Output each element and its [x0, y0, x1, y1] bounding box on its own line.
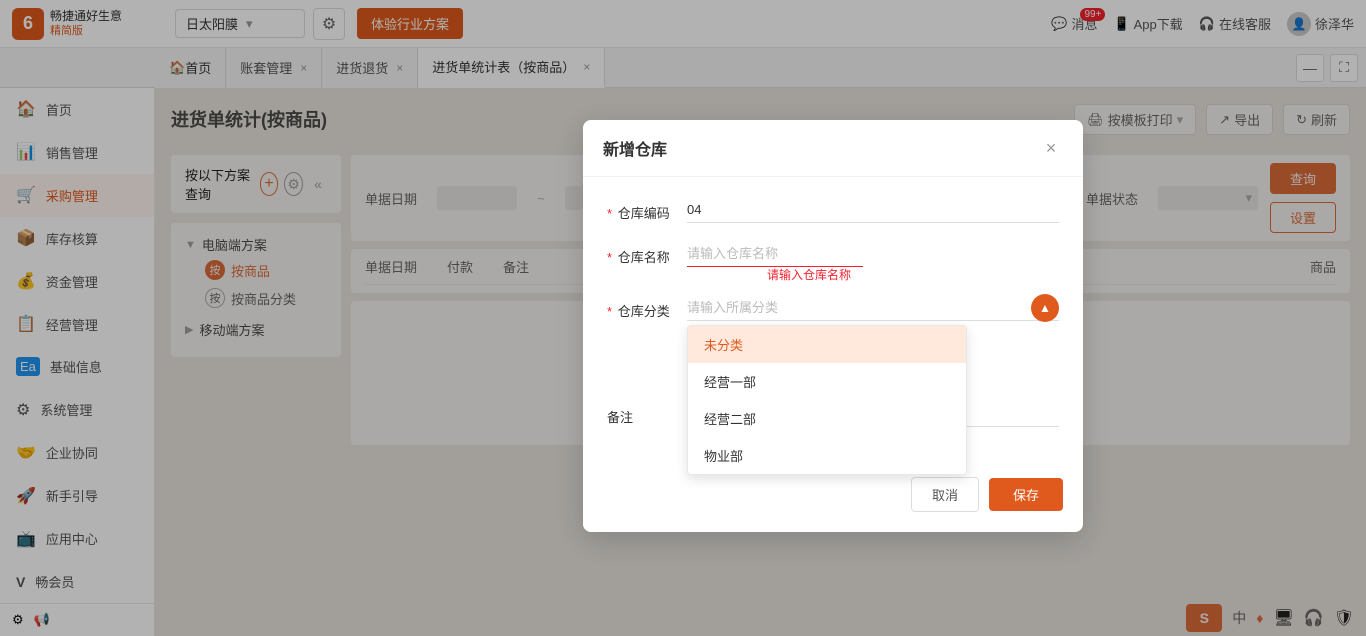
modal-title: 新增仓库	[603, 136, 667, 160]
name-row: * 仓库名称 请输入仓库名称	[607, 241, 1059, 267]
save-button[interactable]: 保存	[989, 478, 1063, 511]
category-label: * 仓库分类	[607, 295, 687, 320]
category-dropdown-wrapper: ▲ 未分类 经营一部 经营二部 物业部	[687, 295, 1059, 321]
modal-footer: 取消 保存	[583, 465, 1083, 532]
modal-header: 新增仓库 ×	[583, 120, 1083, 177]
note-label: 备注	[607, 401, 687, 426]
modal-body: * 仓库编码 * 仓库名称 请输入仓库名称 *	[583, 177, 1083, 465]
category-dropdown-arrow[interactable]: ▲	[1031, 294, 1059, 322]
name-input[interactable]	[687, 241, 863, 267]
category-input[interactable]	[687, 295, 1059, 321]
category-row: * 仓库分类 ▲ 未分类 经营一部 经营二部 物业部	[607, 295, 1059, 321]
dropdown-option-dept1[interactable]: 经营一部	[688, 363, 966, 400]
code-input[interactable]	[687, 197, 1059, 223]
name-error-msg: 请输入仓库名称	[767, 266, 851, 283]
modal-overlay[interactable]: 新增仓库 × * 仓库编码 * 仓库名称 请输入仓库名称	[0, 0, 1366, 636]
name-label: * 仓库名称	[607, 241, 687, 266]
dropdown-option-dept2[interactable]: 经营二部	[688, 400, 966, 437]
dropdown-option-uncategorized[interactable]: 未分类	[688, 326, 966, 363]
dropdown-option-property[interactable]: 物业部	[688, 437, 966, 474]
add-warehouse-modal: 新增仓库 × * 仓库编码 * 仓库名称 请输入仓库名称	[583, 120, 1083, 532]
modal-close-button[interactable]: ×	[1039, 136, 1063, 160]
category-dropdown-list: 未分类 经营一部 经营二部 物业部	[687, 325, 967, 475]
code-label: * 仓库编码	[607, 197, 687, 222]
code-row: * 仓库编码	[607, 197, 1059, 223]
cancel-button[interactable]: 取消	[911, 477, 979, 512]
